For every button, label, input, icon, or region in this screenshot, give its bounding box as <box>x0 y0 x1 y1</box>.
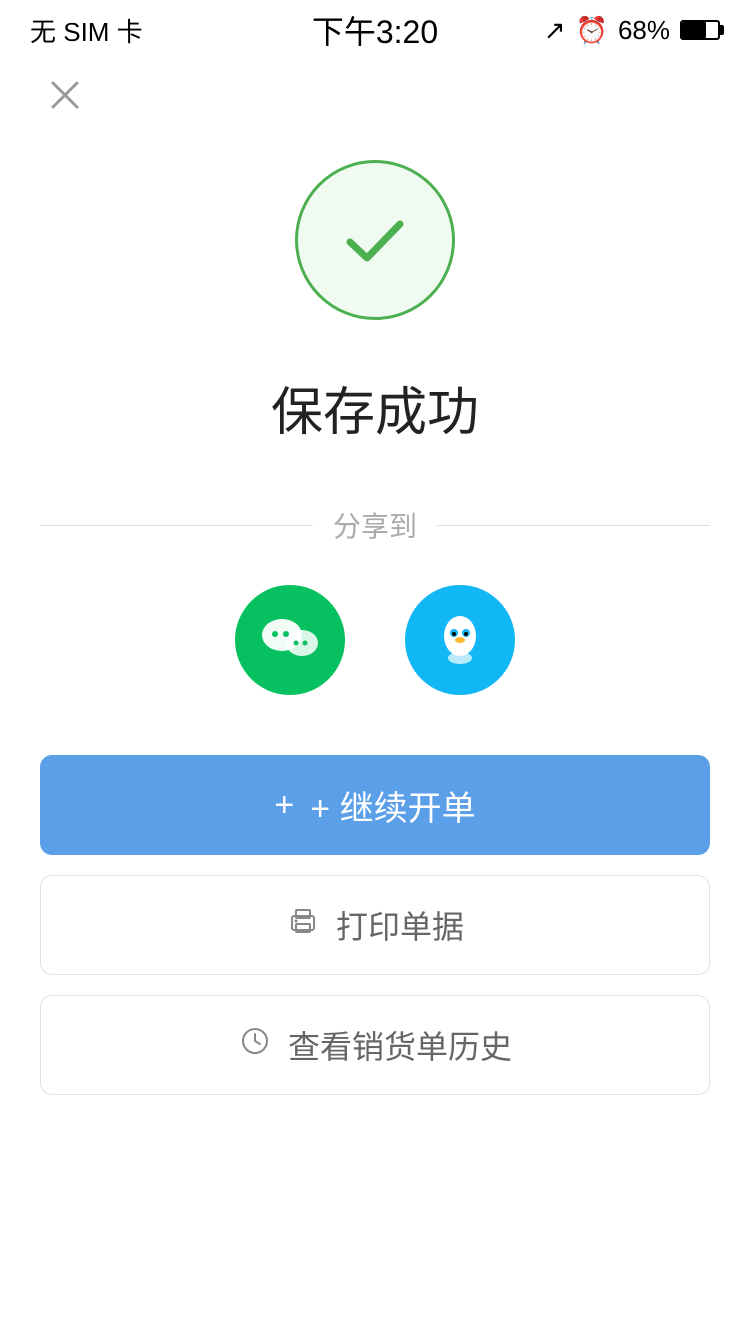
continue-icon: + <box>274 786 294 825</box>
qq-share-button[interactable] <box>405 585 515 695</box>
status-time: 下午3:20 <box>312 7 438 53</box>
no-sim-text: 无 SIM 卡 <box>30 12 143 49</box>
status-left: 无 SIM 卡 <box>30 12 153 49</box>
success-title: 保存成功 <box>271 370 479 445</box>
continue-button[interactable]: + + 继续开单 <box>40 755 710 855</box>
close-button[interactable] <box>40 70 90 120</box>
wechat-share-button[interactable] <box>235 585 345 695</box>
main-content: 保存成功 分享到 <box>0 60 750 1095</box>
action-buttons: + + 继续开单 打印单据 查看销货单历 <box>0 755 750 1095</box>
divider-line-right <box>437 525 710 526</box>
print-label: 打印单据 <box>336 902 464 948</box>
print-icon <box>286 904 320 946</box>
status-right: ↗ ⏰ 68% <box>544 15 720 46</box>
share-section: 分享到 <box>0 505 750 695</box>
share-divider: 分享到 <box>0 505 750 545</box>
continue-label: + 继续开单 <box>310 781 475 830</box>
history-button[interactable]: 查看销货单历史 <box>40 995 710 1095</box>
print-button[interactable]: 打印单据 <box>40 875 710 975</box>
divider-line-left <box>40 525 313 526</box>
battery-text: 68% <box>618 15 670 46</box>
history-label: 查看销货单历史 <box>288 1022 512 1068</box>
share-icons <box>235 585 515 695</box>
success-circle <box>295 160 455 320</box>
alarm-icon: ⏰ <box>576 15 608 46</box>
battery-icon <box>680 20 720 40</box>
status-bar: 无 SIM 卡 下午3:20 ↗ ⏰ 68% <box>0 0 750 60</box>
location-icon: ↗ <box>544 15 566 46</box>
history-icon <box>238 1024 272 1066</box>
share-label: 分享到 <box>333 505 417 545</box>
